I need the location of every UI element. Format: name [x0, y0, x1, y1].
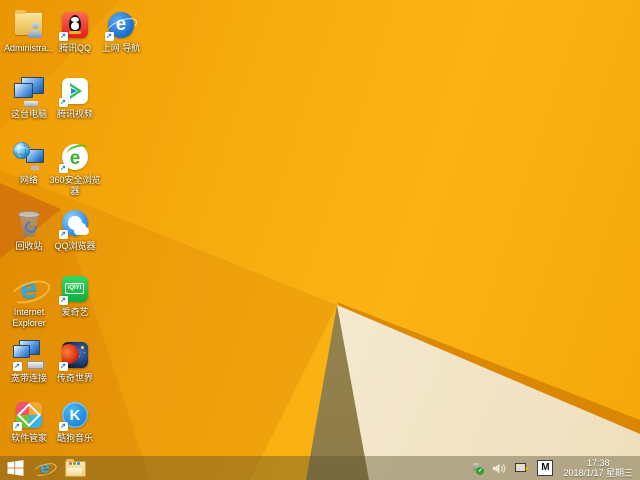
game-world-icon	[58, 338, 92, 372]
shortcut-arrow-icon	[59, 362, 68, 371]
desktop-icon-web-navigation[interactable]: 上网 导航	[92, 8, 150, 54]
desktop-icon-label: QQ浏览器	[54, 241, 96, 251]
shortcut-arrow-icon	[59, 230, 68, 239]
shortcut-arrow-icon	[13, 422, 22, 431]
volume-icon[interactable]	[492, 462, 506, 475]
taskbar-file-explorer-button[interactable]	[60, 456, 90, 480]
broadband-connection-icon	[12, 338, 46, 372]
shortcut-arrow-icon	[59, 98, 68, 107]
shortcut-arrow-icon	[59, 422, 68, 431]
system-tray: ✓ M 17:38 2018/1/17 星期三	[471, 458, 640, 479]
shortcut-arrow-icon	[59, 32, 68, 41]
folder-user-icon	[12, 8, 46, 42]
shortcut-arrow-icon	[105, 32, 114, 41]
qq-penguin-icon	[58, 8, 92, 42]
desktop-icon-label: 腾讯视频	[56, 109, 93, 119]
desktop-icon-360-browser[interactable]: 360安全浏览器	[46, 140, 104, 197]
web-navigation-e-icon	[104, 8, 138, 42]
internet-explorer-icon	[12, 272, 46, 306]
network-status-icon[interactable]	[514, 462, 529, 477]
desktop-icon-label: 爱奇艺	[61, 307, 89, 317]
file-explorer-folder-icon	[64, 459, 86, 477]
desktop-icon-label: 酷狗音乐	[56, 433, 93, 443]
software-manager-icon	[12, 398, 46, 432]
this-pc-icon	[12, 74, 46, 108]
shortcut-arrow-icon	[59, 164, 68, 173]
recycle-bin-icon	[12, 206, 46, 240]
desktop-icon-kugou-music[interactable]: 酷狗音乐	[46, 398, 104, 444]
usb-safely-remove-icon[interactable]: ✓	[471, 462, 485, 475]
desktop-icon-game-world[interactable]: 传奇世界	[46, 338, 104, 384]
network-globe-icon	[12, 140, 46, 174]
desktop-icon-label: 上网 导航	[101, 43, 141, 53]
taskbar-clock[interactable]: 17:38 2018/1/17 星期三	[561, 458, 635, 479]
desktop-icon-label: 360安全浏览器	[49, 175, 101, 196]
desktop-icon-qq-browser[interactable]: QQ浏览器	[46, 206, 104, 252]
ime-indicator[interactable]: M	[537, 460, 554, 476]
clock-time: 17:38	[586, 457, 610, 468]
desktop-icon-iqiyi[interactable]: 爱奇艺	[46, 272, 104, 318]
kugou-music-icon	[58, 398, 92, 432]
360-browser-icon	[58, 140, 92, 174]
desktop-icon-label: 传奇世界	[56, 373, 93, 383]
windows-logo-icon	[7, 460, 23, 476]
iqiyi-icon	[58, 272, 92, 306]
shortcut-arrow-icon	[13, 362, 22, 371]
desktop-icon-tencent-video[interactable]: 腾讯视频	[46, 74, 104, 120]
start-button[interactable]	[0, 456, 30, 480]
windows-desktop: { "desktop": { "icons": [ {"label": "Adm…	[0, 0, 640, 480]
internet-explorer-icon	[35, 458, 55, 478]
taskbar: ✓ M 17:38 2018/1/17 星期三	[0, 456, 640, 480]
taskbar-internet-explorer-button[interactable]	[30, 456, 60, 480]
shortcut-arrow-icon	[59, 296, 68, 305]
qq-browser-icon	[58, 206, 92, 240]
tencent-video-icon	[58, 74, 92, 108]
clock-date: 2018/1/17 星期三	[563, 468, 633, 478]
